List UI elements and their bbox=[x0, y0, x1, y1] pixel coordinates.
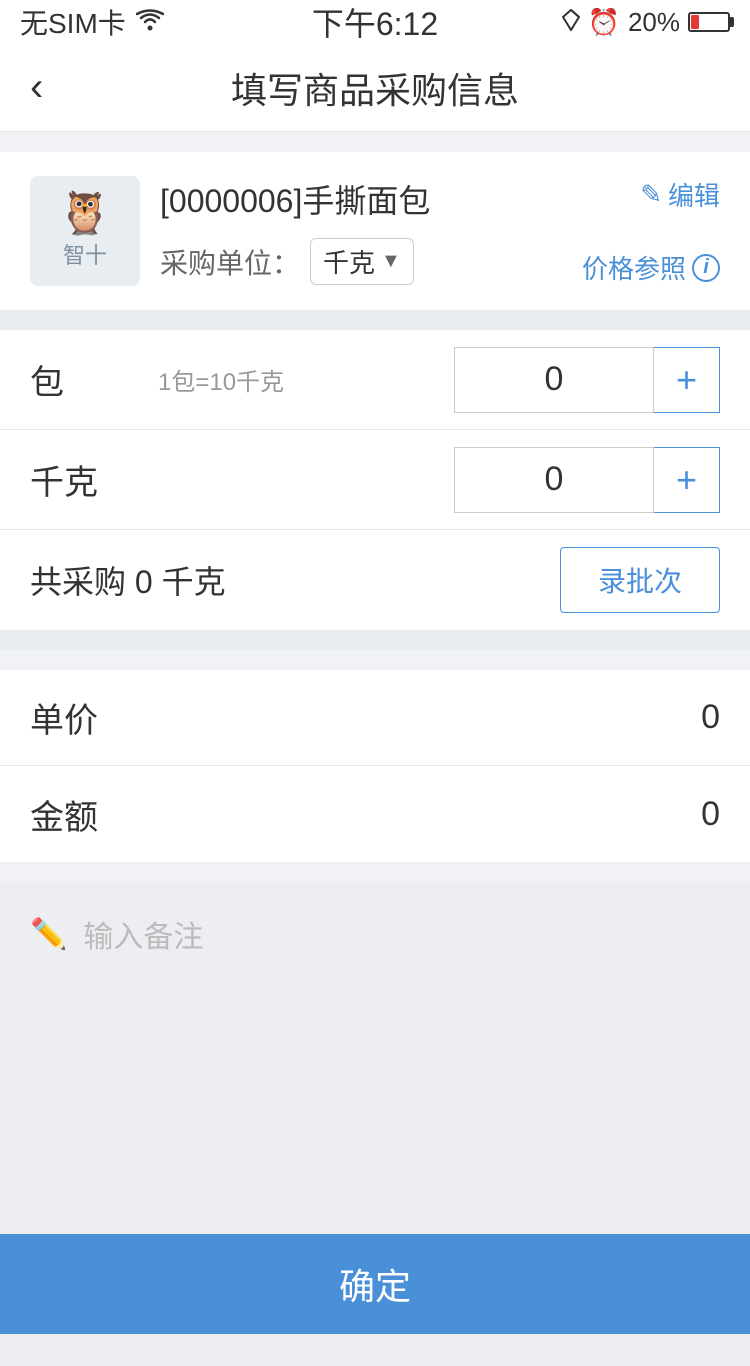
kg-input-control: + bbox=[454, 447, 720, 513]
amount-value: 0 bbox=[701, 795, 720, 834]
price-reference-button[interactable]: 价格参照 i bbox=[582, 249, 720, 286]
amount-label: 金额 bbox=[30, 790, 98, 839]
kg-label: 千克 bbox=[30, 455, 150, 504]
kg-input-row: 千克 + bbox=[0, 430, 750, 530]
edit-button[interactable]: ✎ 编辑 bbox=[640, 176, 720, 213]
unit-price-label: 单价 bbox=[30, 693, 98, 742]
note-placeholder: 输入备注 bbox=[83, 912, 203, 956]
unit-dropdown[interactable]: 千克 ▼ bbox=[310, 238, 414, 285]
wifi-icon bbox=[136, 6, 164, 38]
dropdown-arrow-icon: ▼ bbox=[381, 250, 401, 273]
status-time: 下午6:12 bbox=[312, 0, 438, 45]
product-name: [0000006]手撕面包 bbox=[160, 176, 720, 222]
nav-bar: ‹ 填写商品采购信息 bbox=[0, 44, 750, 132]
record-batch-button[interactable]: 录批次 bbox=[560, 547, 720, 613]
carrier-text: 无SIM卡 bbox=[20, 2, 126, 42]
section-divider-2 bbox=[0, 630, 750, 650]
bao-sub-label: 1包=10千克 bbox=[158, 362, 454, 397]
product-card: 🦉 智十 [0000006]手撕面包 采购单位： 千克 ▼ ✎ 编辑 价格参照 … bbox=[0, 152, 750, 310]
owl-logo: 🦉 bbox=[59, 192, 111, 234]
bao-input-control: + bbox=[454, 347, 720, 413]
edit-label: 编辑 bbox=[668, 176, 720, 213]
product-thumbnail: 🦉 智十 bbox=[30, 176, 140, 286]
brand-text: 智十 bbox=[63, 238, 107, 270]
note-section[interactable]: ✏️ 输入备注 bbox=[0, 882, 750, 986]
pencil-icon: ✏️ bbox=[30, 917, 67, 952]
unit-price-value: 0 bbox=[701, 698, 720, 737]
price-section: 单价 0 金额 0 bbox=[0, 670, 750, 862]
input-section: 包 1包=10千克 + 千克 + bbox=[0, 330, 750, 530]
battery-icon bbox=[688, 12, 730, 32]
edit-icon: ✎ bbox=[640, 179, 662, 210]
battery-percent: 20% bbox=[628, 7, 680, 38]
unit-label: 采购单位： bbox=[160, 242, 300, 282]
amount-row: 金额 0 bbox=[0, 766, 750, 862]
unit-value: 千克 bbox=[323, 243, 375, 280]
back-button[interactable]: ‹ bbox=[30, 65, 43, 110]
location-icon bbox=[562, 7, 580, 38]
page-title: 填写商品采购信息 bbox=[231, 62, 519, 114]
section-divider-1 bbox=[0, 310, 750, 330]
confirm-button[interactable]: 确定 bbox=[0, 1234, 750, 1334]
status-left: 无SIM卡 bbox=[20, 2, 164, 42]
status-bar: 无SIM卡 下午6:12 ⏰ 20% bbox=[0, 0, 750, 44]
bao-quantity-input[interactable] bbox=[454, 347, 654, 413]
total-row: 共采购 0 千克 录批次 bbox=[0, 530, 750, 630]
price-ref-label: 价格参照 bbox=[582, 249, 686, 286]
kg-plus-button[interactable]: + bbox=[654, 447, 720, 513]
info-icon: i bbox=[692, 254, 720, 282]
kg-quantity-input[interactable] bbox=[454, 447, 654, 513]
status-right: ⏰ 20% bbox=[562, 7, 730, 38]
total-text: 共采购 0 千克 bbox=[30, 557, 226, 603]
bao-plus-button[interactable]: + bbox=[654, 347, 720, 413]
unit-price-row: 单价 0 bbox=[0, 670, 750, 766]
alarm-icon: ⏰ bbox=[588, 7, 620, 38]
bao-input-row: 包 1包=10千克 + bbox=[0, 330, 750, 430]
bao-label: 包 bbox=[30, 355, 150, 404]
